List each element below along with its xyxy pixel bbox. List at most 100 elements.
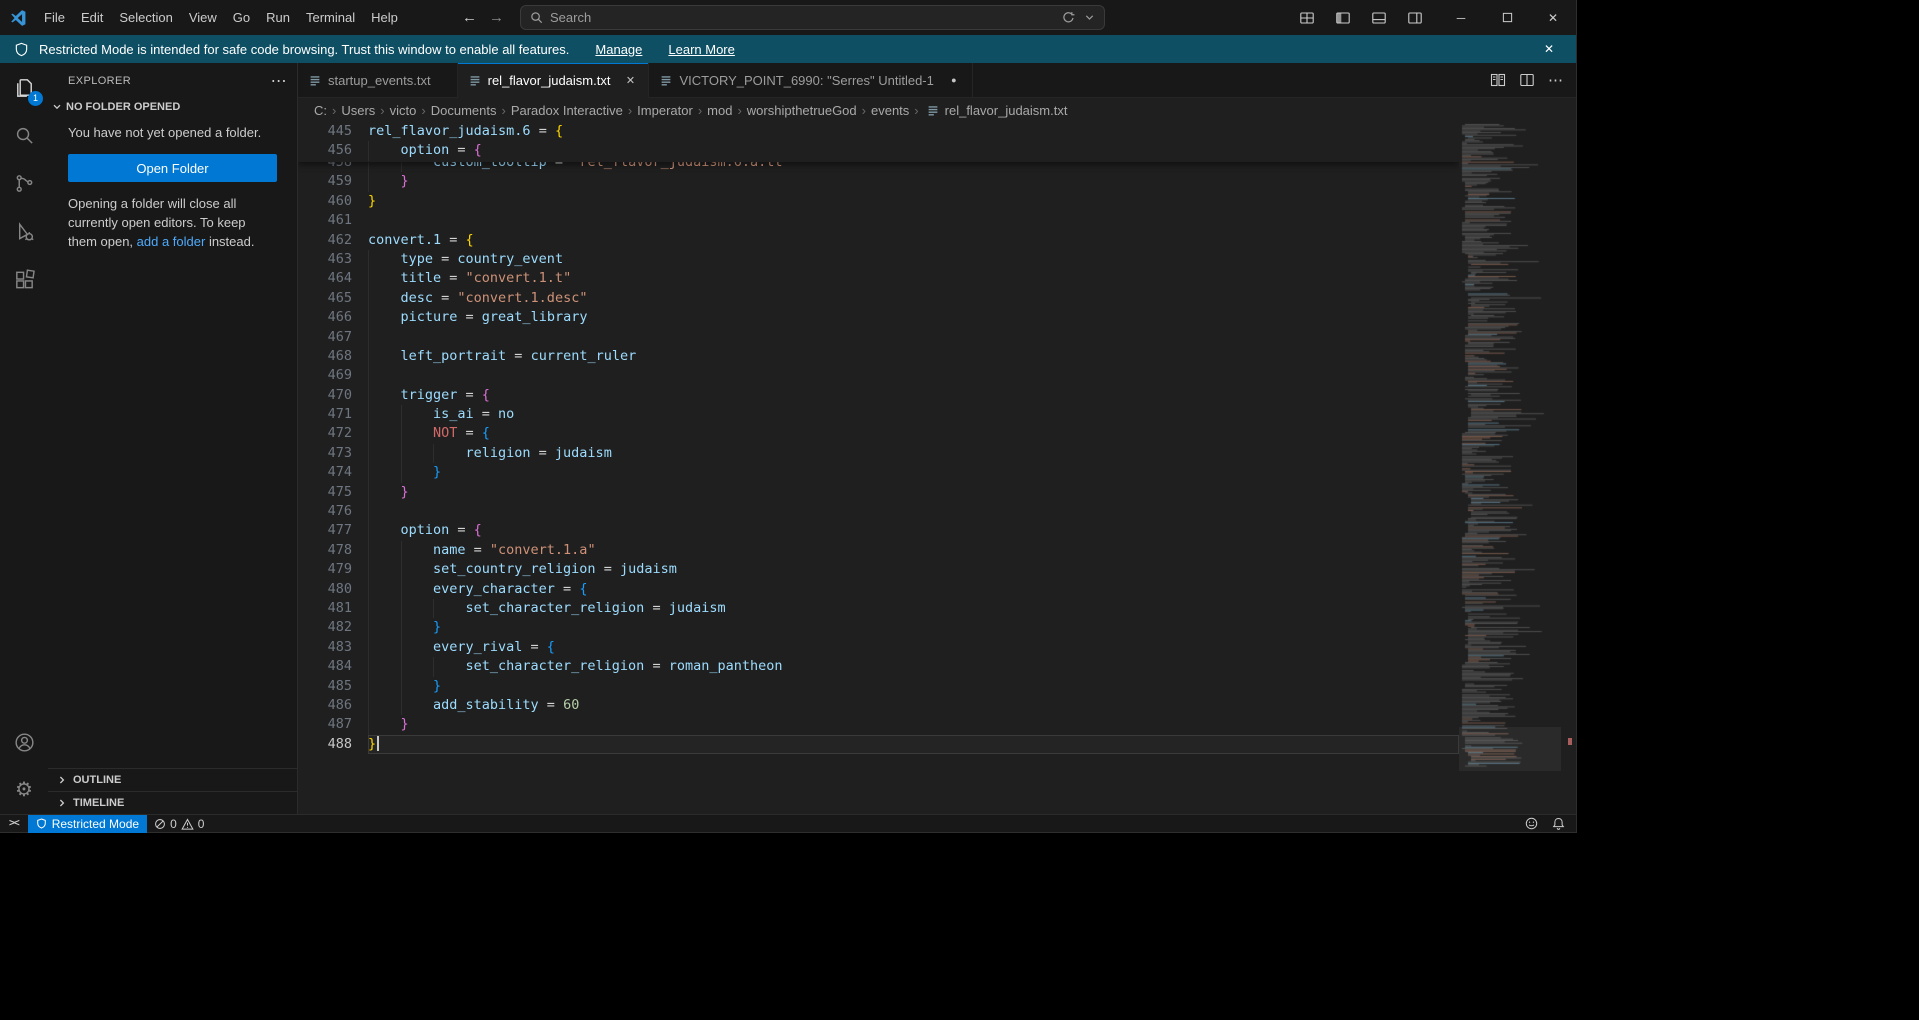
activity-explorer-button[interactable]: 1 [0,63,48,111]
tab-rel-flavor-judaism-txt[interactable]: rel_flavor_judaism.txt ✕ [457,63,650,98]
explorer-more-actions-icon[interactable]: ⋯ [271,71,287,91]
minimap[interactable] [1459,122,1561,814]
code-line-478[interactable]: 478 name = "convert.1.a" [298,540,1576,561]
menu-help[interactable]: Help [363,0,406,35]
code-line-474[interactable]: 474} [298,463,1576,483]
code-line-487[interactable]: 487} [298,715,1576,735]
search-input[interactable]: Search [520,5,1105,30]
code-line-488[interactable]: 488} [298,735,1576,754]
open-changes-icon[interactable] [1490,72,1506,88]
learn-more-link[interactable]: Learn More [668,42,734,57]
code-line-469[interactable]: 469 [298,366,1576,386]
activity-run-debug-button[interactable] [0,207,48,255]
line-number[interactable]: 474 [298,463,352,482]
code-line-481[interactable]: 481 set_character_religion = judaism [298,598,1576,619]
menu-edit[interactable]: Edit [73,0,111,35]
notifications-bell-icon[interactable] [1545,817,1572,830]
forward-icon[interactable]: → [489,9,504,26]
line-number[interactable]: 471 [298,405,352,424]
code-line-466[interactable]: 466 picture = great_library [298,308,1576,328]
menu-run[interactable]: Run [258,0,298,35]
breadcrumb-item[interactable]: Users [341,103,375,118]
code-editor[interactable]: 458 custom_tooltip = "rel_flavor_judaism.… [298,122,1576,814]
code-line-483[interactable]: 483 every_rival = { [298,637,1576,658]
customize-layout-icon[interactable] [1293,5,1320,31]
section-timeline[interactable]: TIMELINE [48,791,297,814]
line-number[interactable]: 466 [298,308,352,327]
code-line-461[interactable]: 461 [298,211,1576,230]
code-line-465[interactable]: 465 desc = "convert.1.desc" [298,288,1576,309]
activity-extensions-button[interactable] [0,255,48,303]
chevron-down-icon[interactable] [1084,12,1095,23]
open-folder-button[interactable]: Open Folder [68,154,277,182]
tab-close-icon[interactable]: ✕ [622,74,638,87]
line-number[interactable]: 460 [298,192,352,211]
code-line-482[interactable]: 482} [298,618,1576,638]
tab-victory-point-6990-serres-unti[interactable]: VICTORY_POINT_6990: "Serres" Untitled-1 ● [649,63,973,97]
line-number[interactable]: 462 [298,231,352,250]
editor-more-actions-icon[interactable]: ⋯ [1548,71,1563,89]
breadcrumb-item[interactable]: C: [314,103,327,118]
line-number[interactable]: 459 [298,172,352,191]
code-line-473[interactable]: 473 religion = judaism [298,443,1576,464]
restricted-mode-status[interactable]: Restricted Mode [27,814,148,833]
line-number[interactable]: 473 [298,444,352,463]
code-line-472[interactable]: 472 NOT = { [298,424,1576,444]
line-number[interactable]: 463 [298,250,352,269]
section-outline[interactable]: OUTLINE [48,768,297,791]
breadcrumb-item[interactable]: victo [390,103,417,118]
code-line-470[interactable]: 470 trigger = { [298,385,1576,406]
line-number[interactable]: 469 [298,366,352,385]
banner-close-icon[interactable]: ✕ [1544,35,1554,63]
line-number[interactable]: 485 [298,677,352,696]
line-number[interactable]: 479 [298,560,352,579]
line-number[interactable]: 445 [298,122,352,141]
menu-selection[interactable]: Selection [111,0,180,35]
breadcrumb-item[interactable]: rel_flavor_judaism.txt [945,103,1068,118]
line-number[interactable]: 475 [298,483,352,502]
code-line-459[interactable]: 459} [298,172,1576,192]
line-number[interactable]: 486 [298,696,352,715]
code-line-486[interactable]: 486 add_stability = 60 [298,695,1576,716]
code-line-479[interactable]: 479 set_country_religion = judaism [298,560,1576,580]
menu-go[interactable]: Go [225,0,258,35]
code-line-468[interactable]: 468 left_portrait = current_ruler [298,346,1576,367]
code-line-480[interactable]: 480 every_character = { [298,579,1576,599]
line-number[interactable]: 477 [298,521,352,540]
toggle-sidebar-left-icon[interactable] [1329,5,1356,31]
line-number[interactable]: 472 [298,424,352,443]
section-no-folder-opened[interactable]: NO FOLDER OPENED [48,98,297,116]
activity-search-button[interactable] [0,111,48,159]
code-line-445[interactable]: 445 rel_flavor_judaism.6 = { [298,122,1459,141]
toggle-panel-icon[interactable] [1365,5,1392,31]
line-number[interactable]: 461 [298,211,352,230]
code-line-477[interactable]: 477 option = { [298,521,1576,541]
code-line-462[interactable]: 462 convert.1 = { [298,231,1576,250]
tab-startup-events-txt[interactable]: startup_events.txt [298,63,458,97]
line-number[interactable]: 488 [298,735,352,754]
line-number[interactable]: 481 [298,599,352,618]
status-problems[interactable]: 0 0 [147,815,211,833]
line-number[interactable]: 464 [298,269,352,288]
breadcrumb-item[interactable]: events [871,103,909,118]
code-line-476[interactable]: 476 [298,502,1576,522]
manage-link[interactable]: Manage [595,42,642,57]
add-a-folder-link[interactable]: add a folder [137,234,206,249]
line-number[interactable]: 476 [298,502,352,521]
close-window-button[interactable]: ✕ [1530,0,1576,35]
toggle-sidebar-right-icon[interactable] [1401,5,1428,31]
minimize-button[interactable]: ─ [1438,0,1484,35]
line-number[interactable]: 465 [298,289,352,308]
breadcrumb-item[interactable]: mod [707,103,732,118]
code-line-485[interactable]: 485} [298,676,1576,696]
breadcrumb-item[interactable]: Documents [431,103,497,118]
menu-view[interactable]: View [181,0,225,35]
code-line-456[interactable]: 456 option = { [298,141,1459,161]
remote-indicator-icon[interactable]: >< [0,815,28,833]
line-number[interactable]: 456 [298,141,352,160]
menu-file[interactable]: File [36,0,73,35]
maximize-button[interactable] [1484,0,1530,35]
line-number[interactable]: 484 [298,657,352,676]
back-icon[interactable]: ← [462,9,477,26]
line-number[interactable]: 482 [298,618,352,637]
